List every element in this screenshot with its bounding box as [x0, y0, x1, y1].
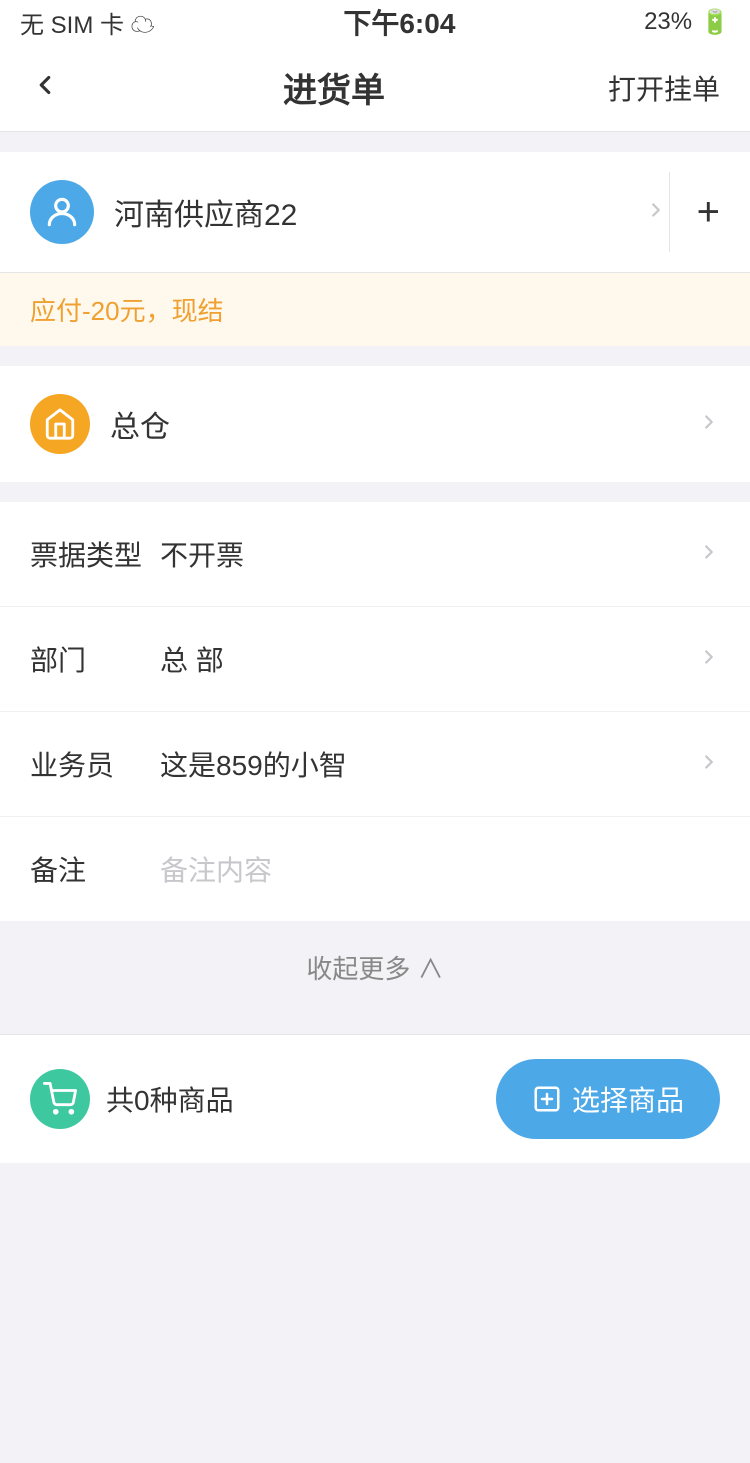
status-right: 23% 🔋: [644, 8, 730, 37]
invoice-value: 不开票: [160, 534, 698, 574]
supplier-divider: [669, 172, 670, 252]
status-left: 无 SIM 卡 ☁: [20, 5, 155, 40]
gap-4: [0, 1014, 750, 1034]
remark-input[interactable]: 备注内容: [160, 849, 720, 889]
invoice-label: 票据类型: [30, 534, 160, 574]
warehouse-section: 总仓: [0, 366, 750, 482]
sales-label: 业务员: [30, 744, 160, 784]
dept-value: 总 部: [160, 639, 698, 679]
warehouse-chevron-icon: [698, 408, 720, 440]
form-section: 票据类型 不开票 部门 总 部 业务员 这是859的小智 备注 备注内容: [0, 502, 750, 921]
dept-label: 部门: [30, 639, 160, 679]
supplier-chevron-icon: [645, 196, 667, 228]
select-product-label: 选择商品: [572, 1079, 684, 1119]
select-product-button[interactable]: 选择商品: [496, 1059, 720, 1139]
status-bar: 无 SIM 卡 ☁ 下午6:04 23% 🔋: [0, 0, 750, 44]
warehouse-name: 总仓: [110, 402, 698, 446]
product-icon: [30, 1069, 90, 1129]
invoice-row[interactable]: 票据类型 不开票: [0, 502, 750, 606]
product-count-text: 共0种商品: [106, 1079, 234, 1119]
bottom-bar: 共0种商品 选择商品: [0, 1034, 750, 1163]
sales-value: 这是859的小智: [160, 744, 698, 784]
remark-row[interactable]: 备注 备注内容: [0, 816, 750, 921]
gap-2: [0, 346, 750, 366]
collapse-button[interactable]: 收起更多 ∧: [0, 921, 750, 1014]
remark-label: 备注: [30, 849, 160, 889]
page-title: 进货单: [283, 63, 385, 112]
select-product-icon: [532, 1084, 562, 1114]
back-button[interactable]: [30, 67, 60, 109]
add-supplier-button[interactable]: +: [697, 192, 720, 232]
warehouse-icon: [30, 394, 90, 454]
nav-bar: 进货单 打开挂单: [0, 44, 750, 132]
supplier-avatar: [30, 180, 94, 244]
battery-icon: 🔋: [700, 8, 730, 37]
battery-text: 23%: [644, 8, 692, 36]
signal-text: 无 SIM 卡 ☁: [20, 5, 155, 40]
sales-row[interactable]: 业务员 这是859的小智: [0, 711, 750, 816]
supplier-section: 河南供应商22 + 应付-20元，现结: [0, 152, 750, 346]
notice-bar: 应付-20元，现结: [0, 273, 750, 346]
gap-3: [0, 482, 750, 502]
dept-chevron-icon: [698, 643, 720, 675]
supplier-row[interactable]: 河南供应商22 +: [0, 152, 750, 273]
open-pending-button[interactable]: 打开挂单: [608, 68, 720, 108]
sales-chevron-icon: [698, 748, 720, 780]
supplier-name: 河南供应商22: [114, 190, 645, 234]
department-row[interactable]: 部门 总 部: [0, 606, 750, 711]
product-count-area: 共0种商品: [30, 1069, 234, 1129]
warehouse-row[interactable]: 总仓: [0, 366, 750, 482]
content-area: [0, 1163, 750, 1463]
invoice-chevron-icon: [698, 538, 720, 570]
gap-1: [0, 132, 750, 152]
status-time: 下午6:04: [343, 2, 455, 42]
